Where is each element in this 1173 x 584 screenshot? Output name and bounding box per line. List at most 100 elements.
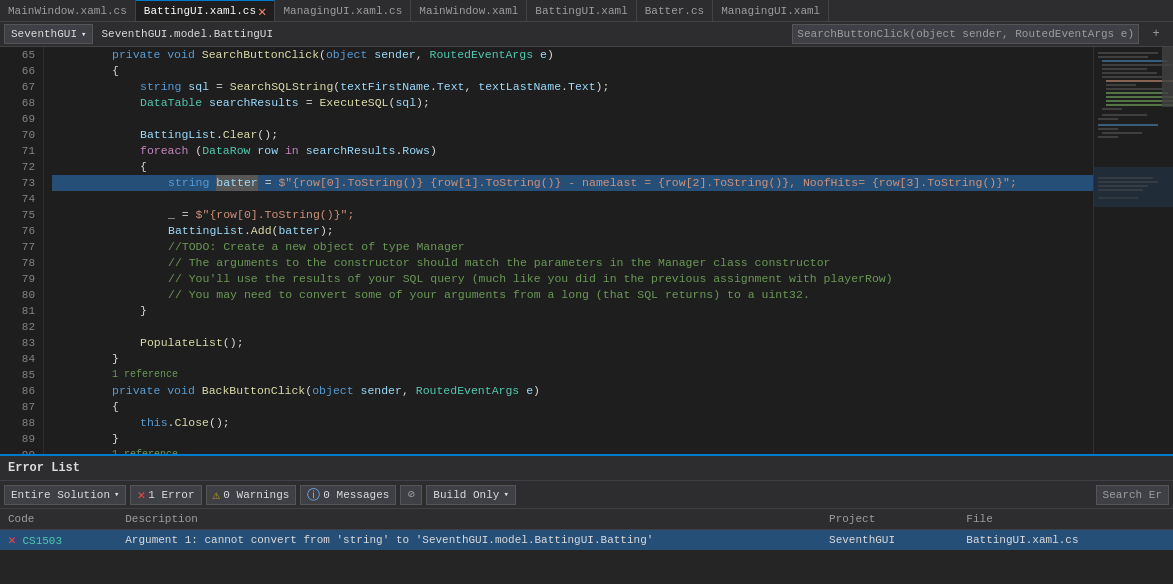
error-panel-title: Error List [8,461,80,475]
code-line-75: _ = $"{row[0].ToString()}"; [52,207,1093,223]
build-only-arrow: ▾ [503,489,508,500]
svg-rect-5 [1102,68,1147,70]
editor-area: 65 66 67 68 69 70 71 72 73 74 75 76 77 7… [0,47,1173,454]
ln-79: 79 [0,271,43,287]
error-code-link[interactable]: CS1503 [22,535,62,547]
tab-battingui-xaml[interactable]: BattingUI.xaml [527,0,636,22]
messages-badge[interactable]: ⓘ 0 Messages [300,485,396,505]
scope-dropdown[interactable]: Entire Solution ▾ [4,485,126,505]
code-line-66: { [52,63,1093,79]
code-line-85: 1 reference [52,367,1093,383]
error-icon: ✕ [137,487,145,503]
ln-78: 78 [0,255,43,271]
code-line-73: string batter = $"{row[0].ToString()} {r… [52,175,1093,191]
line-numbers: 65 66 67 68 69 70 71 72 73 74 75 76 77 7… [0,47,44,454]
ln-77: 77 [0,239,43,255]
code-line-70: BattingList.Clear(); [52,127,1093,143]
svg-rect-9 [1106,84,1136,86]
tab-managingui-xaml-cs[interactable]: ManagingUI.xaml.cs [275,0,411,22]
svg-rect-10 [1106,88,1164,90]
svg-rect-24 [1098,181,1158,183]
errors-badge[interactable]: ✕ 1 Error [130,485,201,505]
filter-button[interactable]: ⊘ [400,485,422,505]
code-line-83: PopulateList(); [52,335,1093,351]
col-project: Project [821,509,958,529]
editor-toolbar: SeventhGUI ▾ SeventhGUI.model.BattingUI … [0,22,1173,47]
filter-icon: ⊘ [408,487,415,502]
ln-73: 73 [0,175,43,191]
warnings-badge[interactable]: ⚠ 0 Warnings [206,485,297,505]
ln-66: 66 [0,63,43,79]
error-row[interactable]: ✕ CS1503 Argument 1: cannot convert from… [0,529,1173,550]
nav-path: SeventhGUI.model.BattingUI [101,28,788,40]
minimap-svg [1094,47,1173,454]
svg-rect-20 [1102,132,1142,134]
svg-rect-17 [1098,118,1118,120]
error-file-cell: BattingUI.xaml.cs [958,529,1173,550]
ln-84: 84 [0,351,43,367]
ln-70: 70 [0,127,43,143]
ln-69: 69 [0,111,43,127]
svg-rect-28 [1162,47,1173,107]
ln-68: 68 [0,95,43,111]
svg-rect-4 [1102,64,1172,66]
error-code-cell: ✕ CS1503 [0,529,117,550]
add-tab-button[interactable]: + [1143,24,1169,44]
svg-rect-16 [1102,114,1147,116]
code-line-90: 1 reference [52,447,1093,454]
solution-dropdown[interactable]: SeventhGUI ▾ [4,24,93,44]
ln-71: 71 [0,143,43,159]
scope-dropdown-arrow: ▾ [114,489,119,500]
svg-rect-7 [1102,76,1162,78]
minimap [1093,47,1173,454]
ln-67: 67 [0,79,43,95]
code-line-67: string sql = SearchSQLString(textFirstNa… [52,79,1093,95]
code-line-78: // The arguments to the constructor shou… [52,255,1093,271]
info-icon: ⓘ [307,486,320,504]
svg-rect-26 [1098,189,1143,191]
svg-rect-11 [1106,92,1168,94]
code-line-86: private void BackButtonClick(object send… [52,383,1093,399]
error-search-box[interactable]: Search Er [1096,485,1169,505]
code-line-69 [52,111,1093,127]
warning-icon: ⚠ [213,487,221,503]
ln-88: 88 [0,415,43,431]
row-error-icon: ✕ [8,533,16,548]
ln-81: 81 [0,303,43,319]
tab-batter-cs[interactable]: Batter.cs [637,0,713,22]
svg-rect-21 [1098,136,1118,138]
error-toolbar: Entire Solution ▾ ✕ 1 Error ⚠ 0 Warnings… [0,481,1173,509]
tab-mainwindow-xaml[interactable]: MainWindow.xaml [411,0,527,22]
tab-mainwindow-xaml-cs[interactable]: MainWindow.xaml.cs [0,0,136,22]
build-only-dropdown[interactable]: Build Only ▾ [426,485,515,505]
tab-managingui-xaml[interactable]: ManagingUI.xaml [713,0,829,22]
tab-battingui-xaml-cs[interactable]: BattingUI.xaml.cs ✕ [136,0,276,22]
svg-rect-23 [1098,177,1153,179]
modified-indicator: ✕ [258,3,266,20]
svg-rect-19 [1098,128,1118,130]
dropdown-arrow-icon: ▾ [81,29,86,40]
code-line-87: { [52,399,1093,415]
svg-rect-15 [1102,108,1122,110]
code-line-82 [52,319,1093,335]
member-search-box[interactable]: SearchButtonClick(object sender, RoutedE… [792,24,1139,44]
code-line-76: BattingList.Add(batter); [52,223,1093,239]
ln-90: 90 [0,447,43,454]
svg-rect-6 [1102,72,1157,74]
code-line-71: foreach (DataRow row in searchResults.Ro… [52,143,1093,159]
col-description: Description [117,509,821,529]
svg-rect-27 [1098,197,1138,199]
svg-rect-3 [1102,60,1167,62]
code-line-80: // You may need to convert some of your … [52,287,1093,303]
code-line-68: DataTable searchResults = ExecuteSQL(sql… [52,95,1093,111]
col-file: File [958,509,1173,529]
ln-83: 83 [0,335,43,351]
svg-rect-1 [1098,52,1158,54]
code-content[interactable]: private void SearchButtonClick(object se… [44,47,1093,454]
ln-85: 85 [0,367,43,383]
code-line-81: } [52,303,1093,319]
code-line-74 [52,191,1093,207]
error-panel-header: Error List [0,456,1173,481]
code-line-84: } [52,351,1093,367]
ln-82: 82 [0,319,43,335]
